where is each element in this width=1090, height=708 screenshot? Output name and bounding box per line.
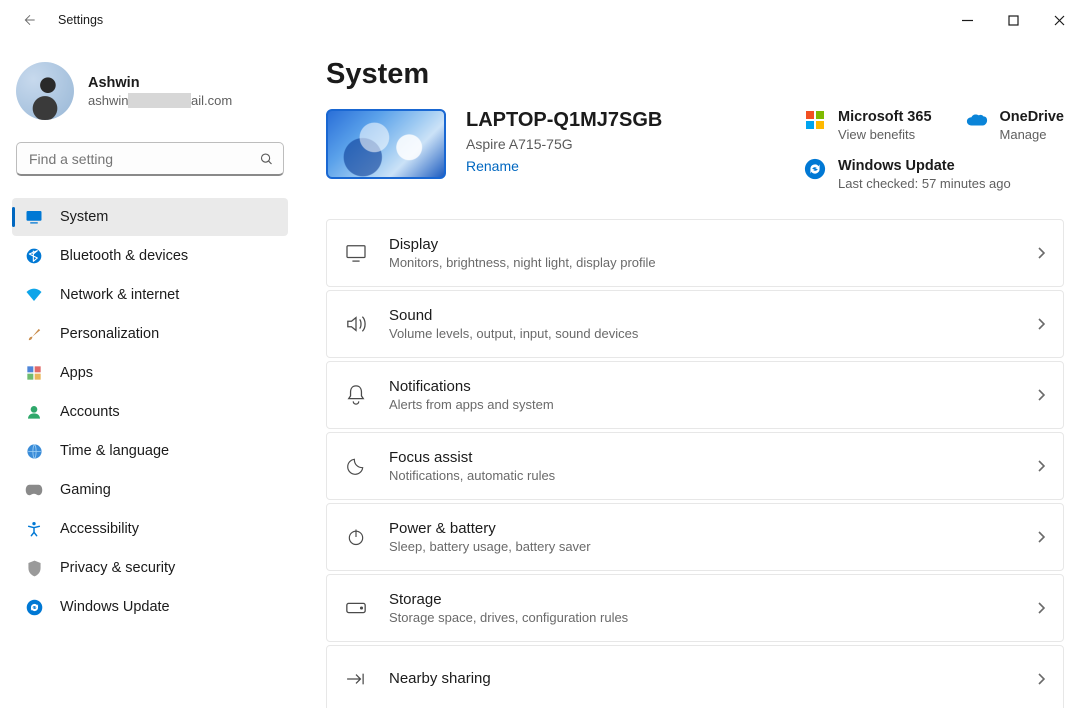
device-header: LAPTOP-Q1MJ7SGB Aspire A715-75G Rename M… — [326, 109, 1064, 191]
search-container — [16, 142, 284, 176]
share-icon — [345, 668, 367, 690]
globe-icon — [24, 441, 44, 461]
chevron-right-icon — [1037, 460, 1045, 472]
update-icon — [24, 597, 44, 617]
sidebar-item-accessibility[interactable]: Accessibility — [12, 510, 288, 548]
nav-label: Privacy & security — [60, 560, 175, 576]
nav-label: System — [60, 209, 108, 225]
onedrive-icon — [966, 109, 988, 131]
nav: System Bluetooth & devices Network & int… — [12, 198, 288, 626]
device-name: LAPTOP-Q1MJ7SGB — [466, 109, 662, 132]
sidebar-item-network[interactable]: Network & internet — [12, 276, 288, 314]
rename-link[interactable]: Rename — [466, 158, 519, 174]
status-onedrive[interactable]: OneDriveManage — [966, 109, 1064, 142]
item-display[interactable]: DisplayMonitors, brightness, night light… — [326, 219, 1064, 287]
sidebar-item-bluetooth[interactable]: Bluetooth & devices — [12, 237, 288, 275]
close-button[interactable] — [1036, 4, 1082, 36]
m365-icon — [804, 109, 826, 131]
apps-icon — [24, 363, 44, 383]
sidebar-item-gaming[interactable]: Gaming — [12, 471, 288, 509]
accessibility-icon — [24, 519, 44, 539]
shield-icon — [24, 558, 44, 578]
search-input[interactable] — [16, 142, 284, 176]
sound-icon — [345, 313, 367, 335]
item-sound[interactable]: SoundVolume levels, output, input, sound… — [326, 290, 1064, 358]
moon-icon — [345, 455, 367, 477]
chevron-right-icon — [1037, 318, 1045, 330]
window-title: Settings — [58, 13, 103, 27]
nav-label: Time & language — [60, 443, 169, 459]
chevron-right-icon — [1037, 389, 1045, 401]
status-windows-update[interactable]: Windows UpdateLast checked: 57 minutes a… — [804, 158, 1064, 191]
person-icon — [24, 402, 44, 422]
nav-label: Apps — [60, 365, 93, 381]
item-focus-assist[interactable]: Focus assistNotifications, automatic rul… — [326, 432, 1064, 500]
maximize-button[interactable] — [990, 4, 1036, 36]
status-microsoft365[interactable]: Microsoft 365View benefits — [804, 109, 931, 142]
profile-email: ashwinxxxxxxxxxail.com — [88, 93, 232, 108]
bluetooth-icon — [24, 246, 44, 266]
main-content: System LAPTOP-Q1MJ7SGB Aspire A715-75G R… — [300, 40, 1090, 708]
device-thumbnail[interactable] — [326, 109, 446, 179]
storage-icon — [345, 597, 367, 619]
sidebar: Ashwin ashwinxxxxxxxxxail.com System Blu… — [0, 40, 300, 708]
profile-block[interactable]: Ashwin ashwinxxxxxxxxxail.com — [16, 62, 282, 120]
nav-label: Network & internet — [60, 287, 179, 303]
nav-label: Accounts — [60, 404, 120, 420]
chevron-right-icon — [1037, 531, 1045, 543]
titlebar: Settings — [0, 0, 1090, 40]
item-nearby-sharing[interactable]: Nearby sharing — [326, 645, 1064, 708]
bell-icon — [345, 384, 367, 406]
device-model: Aspire A715-75G — [466, 136, 662, 152]
chevron-right-icon — [1037, 602, 1045, 614]
sidebar-item-update[interactable]: Windows Update — [12, 588, 288, 626]
sidebar-item-privacy[interactable]: Privacy & security — [12, 549, 288, 587]
sidebar-item-system[interactable]: System — [12, 198, 288, 236]
wifi-icon — [24, 285, 44, 305]
profile-name: Ashwin — [88, 75, 232, 91]
back-button[interactable] — [16, 6, 44, 34]
nav-label: Accessibility — [60, 521, 139, 537]
sidebar-item-accounts[interactable]: Accounts — [12, 393, 288, 431]
nav-label: Bluetooth & devices — [60, 248, 188, 264]
windows-update-icon — [804, 158, 826, 180]
item-notifications[interactable]: NotificationsAlerts from apps and system — [326, 361, 1064, 429]
system-icon — [24, 207, 44, 227]
page-title: System — [326, 58, 1064, 91]
item-power[interactable]: Power & batterySleep, battery usage, bat… — [326, 503, 1064, 571]
minimize-button[interactable] — [944, 4, 990, 36]
chevron-right-icon — [1037, 247, 1045, 259]
item-storage[interactable]: StorageStorage space, drives, configurat… — [326, 574, 1064, 642]
chevron-right-icon — [1037, 673, 1045, 685]
nav-label: Windows Update — [60, 599, 170, 615]
sidebar-item-personalization[interactable]: Personalization — [12, 315, 288, 353]
sidebar-item-apps[interactable]: Apps — [12, 354, 288, 392]
nav-label: Gaming — [60, 482, 111, 498]
avatar — [16, 62, 74, 120]
brush-icon — [24, 324, 44, 344]
display-icon — [345, 242, 367, 264]
power-icon — [345, 526, 367, 548]
nav-label: Personalization — [60, 326, 159, 342]
sidebar-item-time[interactable]: Time & language — [12, 432, 288, 470]
gamepad-icon — [24, 480, 44, 500]
settings-list: DisplayMonitors, brightness, night light… — [326, 219, 1064, 708]
